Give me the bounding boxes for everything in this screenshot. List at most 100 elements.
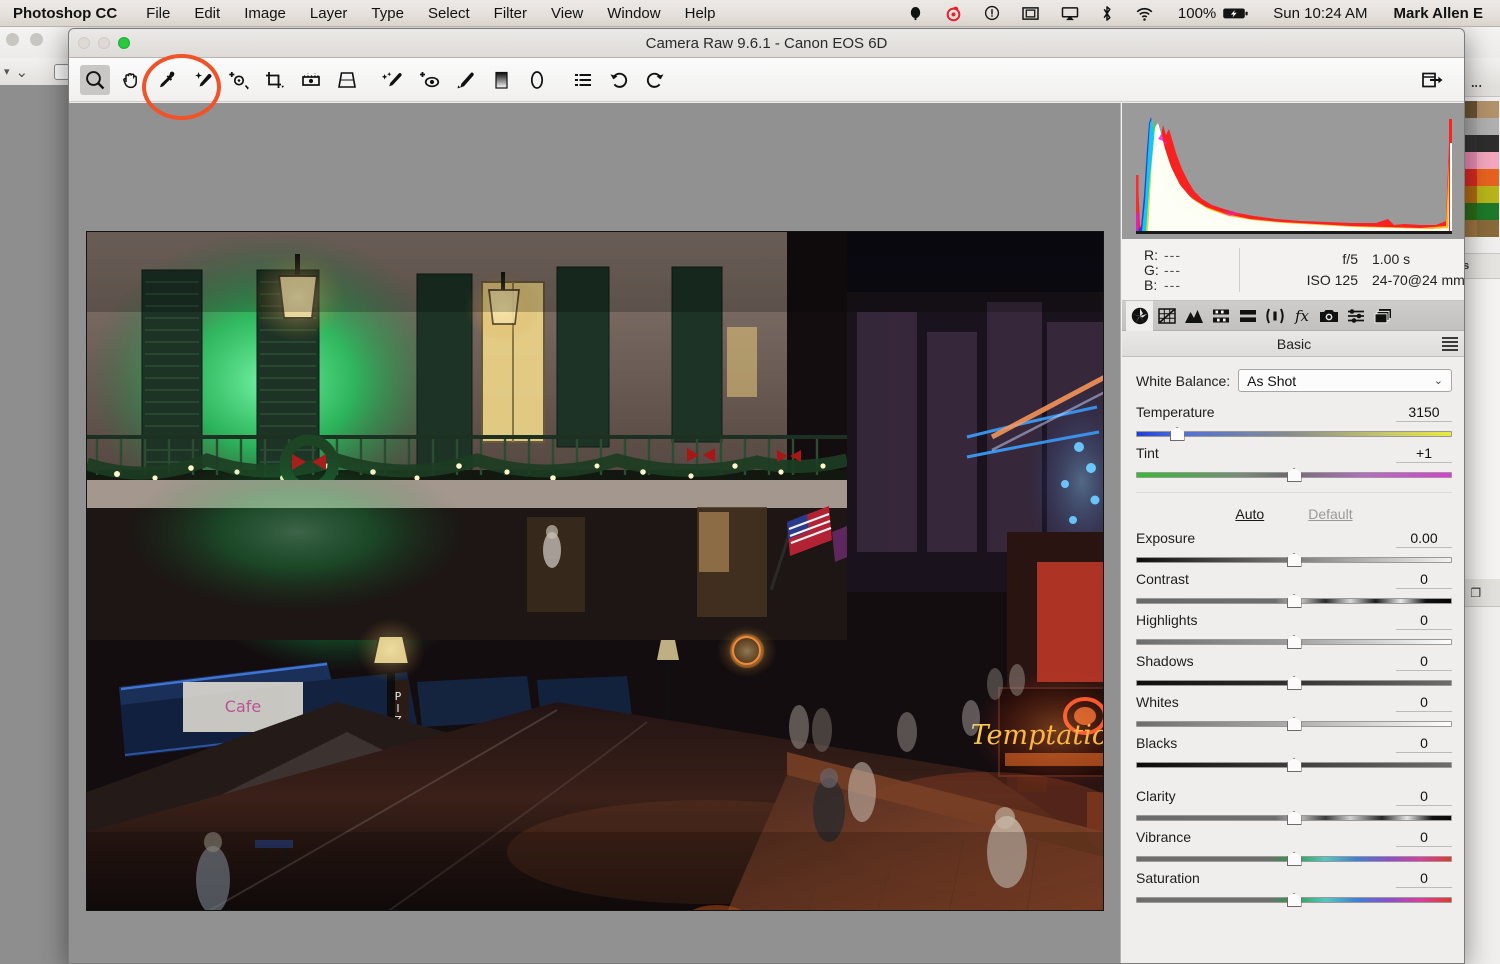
slider-track-contrast[interactable] bbox=[1136, 594, 1452, 608]
slider-knob-clarity[interactable] bbox=[1286, 811, 1302, 825]
preferences-tool[interactable] bbox=[568, 65, 598, 95]
slider-knob-whites[interactable] bbox=[1286, 717, 1302, 731]
default-link[interactable]: Default bbox=[1308, 506, 1352, 522]
alert-circle-icon[interactable] bbox=[973, 5, 1011, 21]
tab-tone-curve[interactable] bbox=[1153, 301, 1180, 331]
histogram[interactable] bbox=[1122, 103, 1464, 239]
close-button[interactable] bbox=[78, 37, 90, 49]
ps-swatch[interactable] bbox=[1477, 186, 1499, 203]
slider-value-shadows[interactable]: 0 bbox=[1396, 653, 1452, 671]
slider-track-highlights[interactable] bbox=[1136, 635, 1452, 649]
menu-layer[interactable]: Layer bbox=[298, 0, 360, 27]
slider-exposure[interactable]: Exposure 0.00 bbox=[1136, 530, 1452, 567]
tab-hsl-grayscale[interactable] bbox=[1207, 301, 1234, 331]
panel-tab-strip[interactable]: fx bbox=[1122, 300, 1464, 331]
graduated-filter-tool[interactable] bbox=[486, 65, 516, 95]
menu-help[interactable]: Help bbox=[673, 0, 728, 27]
slider-value-blacks[interactable]: 0 bbox=[1396, 735, 1452, 753]
chevron-down-icon-1[interactable]: ▾ bbox=[4, 65, 10, 78]
tab-lens-corrections[interactable] bbox=[1261, 301, 1288, 331]
image-preview-area[interactable]: P I Z Z A Cafe bbox=[69, 103, 1121, 963]
slider-track-tint[interactable] bbox=[1136, 468, 1452, 482]
backup-record-icon[interactable] bbox=[934, 5, 973, 22]
menubar-status-area[interactable]: 100% Sun 10:24 AM Mark Allen E bbox=[897, 5, 1500, 22]
menu-filter[interactable]: Filter bbox=[482, 0, 539, 27]
slider-value-temperature[interactable]: 3150 bbox=[1396, 404, 1452, 422]
menu-type[interactable]: Type bbox=[359, 0, 416, 27]
ps-swatch[interactable] bbox=[1477, 135, 1499, 152]
targeted-adjustment-tool[interactable] bbox=[224, 65, 254, 95]
ps-swatch[interactable] bbox=[1477, 203, 1499, 220]
red-eye-removal-tool[interactable] bbox=[414, 65, 444, 95]
white-balance-eyedropper-tool[interactable] bbox=[152, 65, 182, 95]
white-balance-select[interactable]: As Shot ⌄ bbox=[1238, 369, 1452, 392]
menu-view[interactable]: View bbox=[539, 0, 595, 27]
auto-link[interactable]: Auto bbox=[1235, 506, 1264, 522]
transform-tool[interactable] bbox=[332, 65, 362, 95]
tab-basic[interactable] bbox=[1126, 300, 1153, 331]
slider-value-tint[interactable]: +1 bbox=[1396, 445, 1452, 463]
toggle-fullscreen-mode[interactable] bbox=[1417, 65, 1447, 95]
menubar-clock[interactable]: Sun 10:24 AM bbox=[1260, 5, 1380, 22]
tab-split-toning[interactable] bbox=[1234, 301, 1261, 331]
color-sampler-tool[interactable] bbox=[188, 65, 218, 95]
slider-value-whites[interactable]: 0 bbox=[1396, 694, 1452, 712]
ps-swatch[interactable] bbox=[1477, 101, 1499, 118]
rotate-clockwise-tool[interactable] bbox=[640, 65, 670, 95]
panel-menu-icon[interactable] bbox=[1442, 336, 1458, 351]
slider-saturation[interactable]: Saturation 0 bbox=[1136, 870, 1452, 907]
slider-highlights[interactable]: Highlights 0 bbox=[1136, 612, 1452, 649]
slider-track-saturation[interactable] bbox=[1136, 893, 1452, 907]
slider-knob-contrast[interactable] bbox=[1286, 594, 1302, 608]
ps-swatch[interactable] bbox=[1477, 118, 1499, 135]
ps-swatch[interactable] bbox=[1477, 220, 1499, 237]
ps-swatch[interactable] bbox=[1477, 152, 1499, 169]
ps-swatch[interactable] bbox=[1477, 169, 1499, 186]
slider-value-clarity[interactable]: 0 bbox=[1396, 788, 1452, 806]
display-icon[interactable] bbox=[1011, 6, 1050, 21]
zoom-tool[interactable] bbox=[80, 64, 110, 95]
slider-track-vibrance[interactable] bbox=[1136, 852, 1452, 866]
slider-track-whites[interactable] bbox=[1136, 717, 1452, 731]
airplay-icon[interactable] bbox=[1050, 6, 1090, 21]
menu-file[interactable]: File bbox=[134, 0, 182, 27]
slider-knob-vibrance[interactable] bbox=[1286, 852, 1302, 866]
slider-temperature[interactable]: Temperature 3150 bbox=[1136, 404, 1452, 441]
layers-icon[interactable]: ❐ bbox=[1470, 586, 1481, 600]
slider-value-exposure[interactable]: 0.00 bbox=[1396, 530, 1452, 548]
tab-snapshots[interactable] bbox=[1369, 301, 1396, 331]
slider-track-exposure[interactable] bbox=[1136, 553, 1452, 567]
slider-knob-blacks[interactable] bbox=[1286, 758, 1302, 772]
tone-sliders[interactable]: Exposure 0.00 Contrast 0 Highlights 0 Shadows 0… bbox=[1136, 530, 1452, 772]
window-traffic-lights[interactable] bbox=[78, 37, 130, 49]
slider-value-vibrance[interactable]: 0 bbox=[1396, 829, 1452, 847]
menubar-user[interactable]: Mark Allen E bbox=[1381, 5, 1496, 22]
tab-camera-calibration[interactable] bbox=[1315, 301, 1342, 331]
menu-select[interactable]: Select bbox=[416, 0, 482, 27]
slider-value-contrast[interactable]: 0 bbox=[1396, 571, 1452, 589]
minimize-button[interactable] bbox=[98, 37, 110, 49]
presence-sliders[interactable]: Clarity 0 Vibrance 0 Saturation 0 bbox=[1136, 788, 1452, 907]
wifi-icon[interactable] bbox=[1124, 6, 1165, 21]
zoom-button[interactable] bbox=[118, 37, 130, 49]
chevron-down-icon-2[interactable]: ⌄ bbox=[16, 63, 29, 81]
slider-knob-shadows[interactable] bbox=[1286, 676, 1302, 690]
straighten-tool[interactable] bbox=[296, 65, 326, 95]
hand-tool[interactable] bbox=[116, 65, 146, 95]
menu-window[interactable]: Window bbox=[595, 0, 672, 27]
adjustment-brush-tool[interactable] bbox=[450, 65, 480, 95]
tab-presets[interactable] bbox=[1342, 301, 1369, 331]
slider-knob-temperature[interactable] bbox=[1169, 427, 1185, 441]
tab-detail[interactable] bbox=[1180, 301, 1207, 331]
slider-blacks[interactable]: Blacks 0 bbox=[1136, 735, 1452, 772]
bluetooth-icon[interactable] bbox=[1090, 5, 1124, 22]
slider-value-highlights[interactable]: 0 bbox=[1396, 612, 1452, 630]
menu-edit[interactable]: Edit bbox=[182, 0, 232, 27]
raw-photo-preview[interactable]: P I Z Z A Cafe bbox=[86, 231, 1104, 911]
slider-knob-exposure[interactable] bbox=[1286, 553, 1302, 567]
menu-app-photoshop[interactable]: Photoshop CC bbox=[0, 0, 134, 27]
slider-tint[interactable]: Tint +1 bbox=[1136, 445, 1452, 482]
slider-track-shadows[interactable] bbox=[1136, 676, 1452, 690]
slider-value-saturation[interactable]: 0 bbox=[1396, 870, 1452, 888]
slider-track-temperature[interactable] bbox=[1136, 427, 1452, 441]
